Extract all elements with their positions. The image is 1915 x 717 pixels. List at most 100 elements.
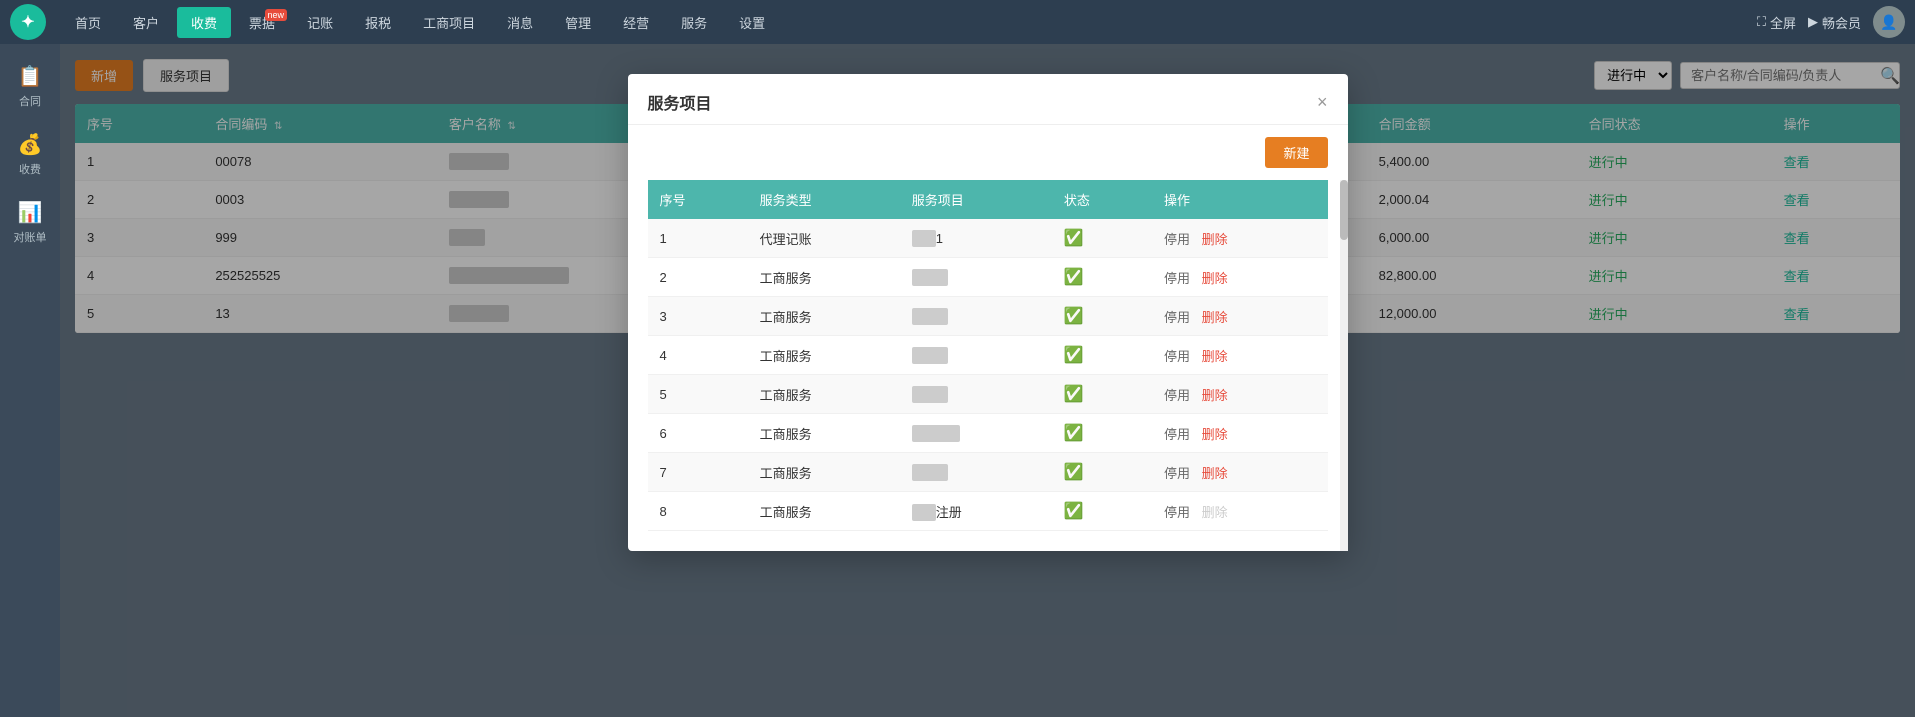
nav-operation[interactable]: 经营 — [609, 7, 663, 38]
status-check-icon: ✅ — [1064, 308, 1084, 325]
modal-cell-seq: 2 — [648, 258, 748, 297]
service-items-modal: 服务项目 × 新建 序号 服务类型 服务项目 状态 — [628, 74, 1348, 551]
delete-button[interactable]: 删除 — [1202, 232, 1228, 247]
modal-cell-item — [900, 453, 1052, 492]
modal-cell-status: ✅ — [1052, 453, 1152, 492]
nav-items: 首页 客户 收费 票据 new 记账 报税 工商项目 消息 管理 经营 服务 设… — [61, 7, 1757, 38]
nav-manage[interactable]: 管理 — [551, 7, 605, 38]
modal-cell-action: 停用 删除 — [1152, 453, 1327, 492]
modal-cell-status: ✅ — [1052, 414, 1152, 453]
modal-cell-action: 停用 删除 — [1152, 258, 1327, 297]
modal-cell-seq: 4 — [648, 336, 748, 375]
modal-cell-item — [900, 297, 1052, 336]
nav-invoice[interactable]: 票据 new — [235, 7, 289, 38]
reconciliation-icon: 📊 — [18, 200, 43, 225]
scrollbar-thumb[interactable] — [1340, 180, 1348, 240]
status-check-icon: ✅ — [1064, 425, 1084, 442]
status-check-icon: ✅ — [1064, 386, 1084, 403]
modal-cell-status: ✅ — [1052, 492, 1152, 531]
modal-cell-action: 停用 删除 — [1152, 336, 1327, 375]
modal-cell-status: ✅ — [1052, 258, 1152, 297]
vip-label: 畅会员 — [1822, 13, 1861, 32]
sidebar-item-fee[interactable]: 💰 收费 — [3, 122, 57, 185]
modal-cell-type: 工商服务 — [748, 258, 900, 297]
modal-toolbar: 新建 — [628, 125, 1348, 180]
modal-cell-type: 工商服务 — [748, 414, 900, 453]
modal-col-status: 状态 — [1052, 180, 1152, 219]
modal-close-button[interactable]: × — [1317, 93, 1328, 111]
avatar-icon: 👤 — [1880, 14, 1897, 31]
delete-button[interactable]: 删除 — [1202, 388, 1228, 403]
modal-cell-type: 工商服务 — [748, 297, 900, 336]
modal-cell-seq: 3 — [648, 297, 748, 336]
stop-button[interactable]: 停用 — [1164, 232, 1190, 247]
modal-new-button[interactable]: 新建 — [1265, 137, 1327, 168]
modal-overlay: 服务项目 × 新建 序号 服务类型 服务项目 状态 — [60, 44, 1915, 717]
nav-bookkeeping[interactable]: 记账 — [293, 7, 347, 38]
stop-button[interactable]: 停用 — [1164, 388, 1190, 403]
top-navigation: ✦ 首页 客户 收费 票据 new 记账 报税 工商项目 消息 管理 经营 服务… — [0, 0, 1915, 44]
modal-col-type: 服务类型 — [748, 180, 900, 219]
stop-button[interactable]: 停用 — [1164, 466, 1190, 481]
stop-button[interactable]: 停用 — [1164, 427, 1190, 442]
scrollbar-track[interactable] — [1340, 180, 1348, 551]
modal-cell-action: 停用 删除 — [1152, 375, 1327, 414]
nav-fee[interactable]: 收费 — [177, 7, 231, 38]
modal-cell-item — [900, 414, 1052, 453]
modal-table-row: 7 工商服务 ✅ 停用 删除 — [648, 453, 1328, 492]
delete-button[interactable]: 删除 — [1202, 427, 1228, 442]
modal-table-row: 6 工商服务 ✅ 停用 删除 — [648, 414, 1328, 453]
nav-message[interactable]: 消息 — [493, 7, 547, 38]
modal-cell-seq: 1 — [648, 219, 748, 258]
fullscreen-label: 全屏 — [1770, 13, 1796, 32]
user-avatar[interactable]: 👤 — [1873, 6, 1905, 38]
modal-table-row: 4 工商服务 ✅ 停用 删除 — [648, 336, 1328, 375]
modal-cell-action: 停用 删除 — [1152, 297, 1327, 336]
modal-cell-status: ✅ — [1052, 336, 1152, 375]
modal-table-row: 5 工商服务 ✅ 停用 删除 — [648, 375, 1328, 414]
nav-customer[interactable]: 客户 — [119, 7, 173, 38]
fullscreen-button[interactable]: ⛶ 全屏 — [1757, 13, 1796, 32]
modal-cell-status: ✅ — [1052, 375, 1152, 414]
sidebar-label-reconciliation: 对账单 — [14, 229, 47, 245]
modal-cell-item — [900, 336, 1052, 375]
vip-button[interactable]: ▶ 畅会员 — [1808, 13, 1861, 32]
sidebar-item-contract[interactable]: 📋 合同 — [3, 54, 57, 117]
stop-button[interactable]: 停用 — [1164, 310, 1190, 325]
modal-col-seq: 序号 — [648, 180, 748, 219]
delete-button[interactable]: 删除 — [1202, 466, 1228, 481]
main-content: 新增 服务项目 进行中 全部 已结束 🔍 序号 合同编码 ⇅ 客 — [60, 44, 1915, 717]
delete-button[interactable]: 删除 — [1202, 349, 1228, 364]
nav-business[interactable]: 工商项目 — [409, 7, 489, 38]
new-badge: new — [265, 9, 288, 21]
status-check-icon: ✅ — [1064, 347, 1084, 364]
sidebar-item-reconciliation[interactable]: 📊 对账单 — [3, 190, 57, 253]
modal-cell-item — [900, 258, 1052, 297]
modal-table-row: 2 工商服务 ✅ 停用 删除 — [648, 258, 1328, 297]
nav-home[interactable]: 首页 — [61, 7, 115, 38]
stop-button[interactable]: 停用 — [1164, 349, 1190, 364]
nav-settings[interactable]: 设置 — [725, 7, 779, 38]
modal-cell-action: 停用 删除 — [1152, 492, 1327, 531]
modal-cell-seq: 7 — [648, 453, 748, 492]
modal-cell-item — [900, 375, 1052, 414]
delete-button[interactable]: 删除 — [1202, 271, 1228, 286]
modal-title: 服务项目 — [648, 90, 712, 114]
modal-cell-type: 工商服务 — [748, 453, 900, 492]
sidebar-label-contract: 合同 — [19, 93, 41, 109]
contract-icon: 📋 — [18, 64, 43, 89]
modal-body: 序号 服务类型 服务项目 状态 操作 1 代理记账 1 — [628, 180, 1348, 551]
delete-button[interactable]: 删除 — [1202, 505, 1228, 520]
nav-service[interactable]: 服务 — [667, 7, 721, 38]
modal-cell-type: 代理记账 — [748, 219, 900, 258]
modal-header: 服务项目 × — [628, 74, 1348, 125]
modal-cell-seq: 5 — [648, 375, 748, 414]
nav-tax[interactable]: 报税 — [351, 7, 405, 38]
stop-button[interactable]: 停用 — [1164, 505, 1190, 520]
modal-cell-type: 工商服务 — [748, 492, 900, 531]
sidebar: 📋 合同 💰 收费 📊 对账单 — [0, 44, 60, 717]
fee-icon: 💰 — [18, 132, 43, 157]
status-check-icon: ✅ — [1064, 464, 1084, 481]
stop-button[interactable]: 停用 — [1164, 271, 1190, 286]
delete-button[interactable]: 删除 — [1202, 310, 1228, 325]
